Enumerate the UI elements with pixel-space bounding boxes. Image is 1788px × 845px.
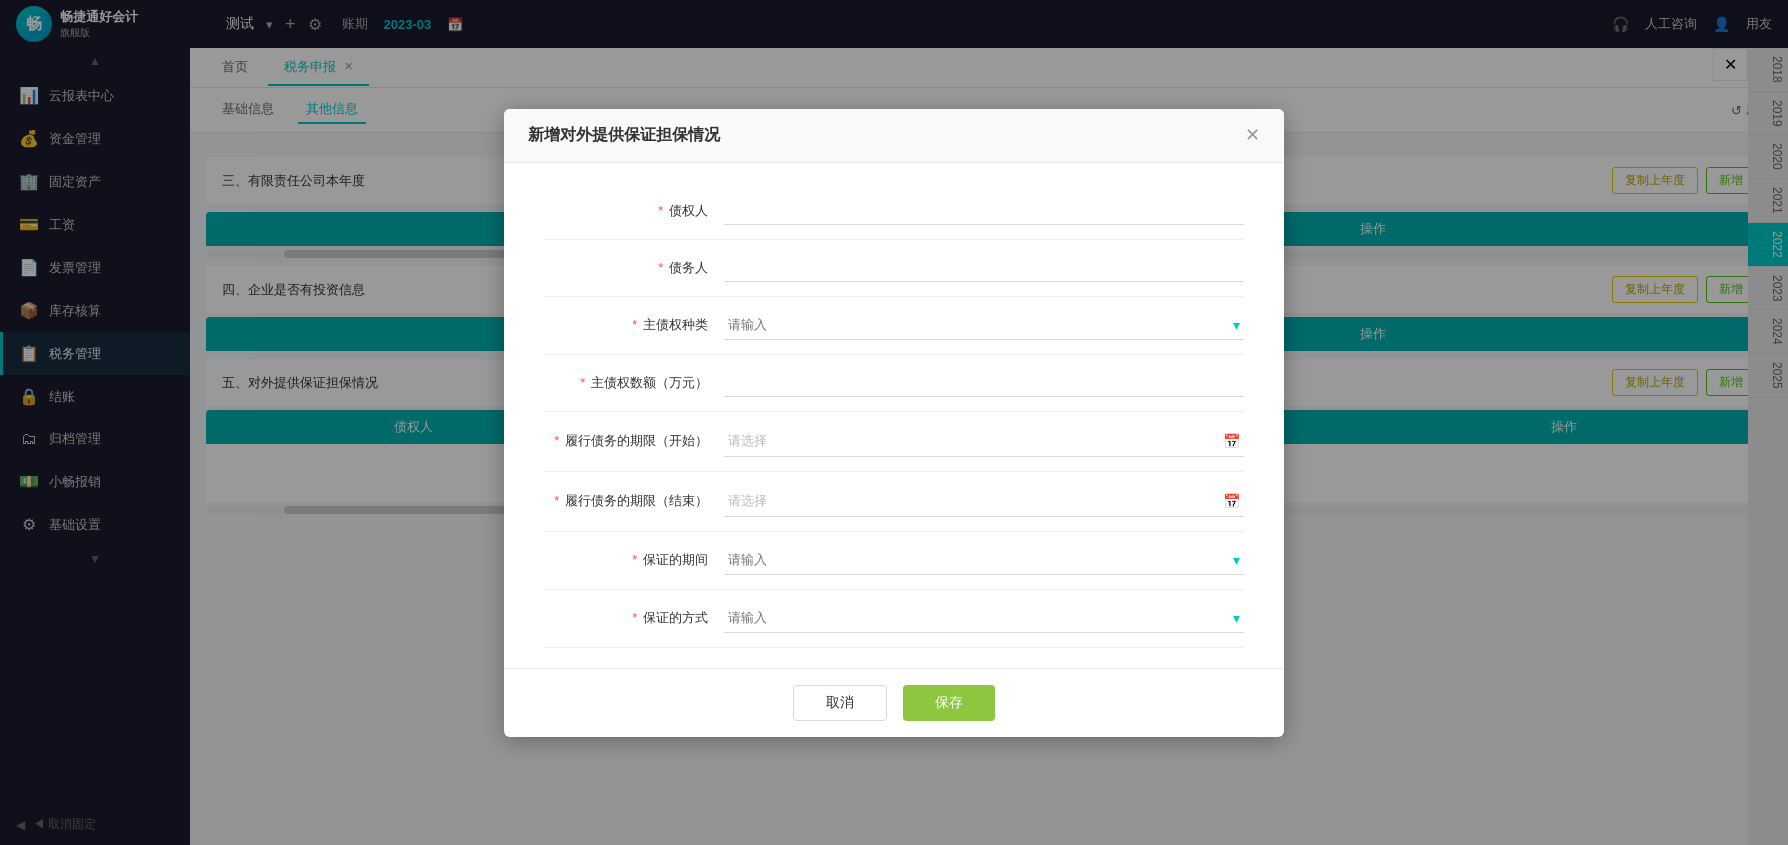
required-star-debtor: * [658, 260, 663, 275]
calendar-end-icon[interactable]: 📅 [1223, 493, 1240, 509]
form-row-debtor: * 债务人 [544, 240, 1244, 297]
label-claim-type: * 主债权种类 [544, 316, 724, 334]
select-guarantee-method[interactable]: ▾ [724, 604, 1244, 633]
date-start-placeholder: 请选择 [728, 432, 1223, 450]
guarantee-period-arrow-icon[interactable]: ▾ [1233, 552, 1240, 568]
dialog: 新增对外提供保证担保情况 ✕ * 债权人 * 债务人 [504, 109, 1284, 737]
required-star-claim-amount: * [580, 375, 585, 390]
input-creditor[interactable] [724, 197, 1244, 225]
form-row-guarantee-period: * 保证的期间 ▾ [544, 532, 1244, 590]
label-guarantee-method: * 保证的方式 [544, 609, 724, 627]
control-creditor [724, 197, 1244, 225]
input-claim-type[interactable] [728, 317, 1233, 332]
input-debtor[interactable] [724, 254, 1244, 282]
guarantee-method-arrow-icon[interactable]: ▾ [1233, 610, 1240, 626]
form-row-claim-type: * 主债权种类 ▾ [544, 297, 1244, 355]
dialog-overlay[interactable]: 新增对外提供保证担保情况 ✕ * 债权人 * 债务人 [0, 0, 1788, 845]
form-row-period-start: * 履行债务的期限（开始） 请选择 📅 [544, 412, 1244, 472]
form-row-period-end: * 履行债务的期限（结束） 请选择 📅 [544, 472, 1244, 532]
control-period-end: 请选择 📅 [724, 486, 1244, 517]
required-star-guarantee-method: * [632, 610, 637, 625]
date-end-placeholder: 请选择 [728, 492, 1223, 510]
control-debtor [724, 254, 1244, 282]
control-period-start: 请选择 📅 [724, 426, 1244, 457]
dialog-title: 新增对外提供保证担保情况 [528, 125, 720, 146]
select-claim-type[interactable]: ▾ [724, 311, 1244, 340]
required-star-period-start: * [554, 433, 559, 448]
control-claim-amount [724, 369, 1244, 397]
cancel-button[interactable]: 取消 [793, 685, 887, 721]
label-debtor: * 债务人 [544, 259, 724, 277]
required-star-creditor: * [658, 203, 663, 218]
input-guarantee-period[interactable] [728, 552, 1233, 567]
required-star-claim-type: * [632, 317, 637, 332]
save-button[interactable]: 保存 [903, 685, 995, 721]
form-row-creditor: * 债权人 [544, 183, 1244, 240]
form-row-guarantee-method: * 保证的方式 ▾ [544, 590, 1244, 648]
required-star-period-end: * [554, 493, 559, 508]
label-period-start: * 履行债务的期限（开始） [544, 432, 724, 450]
control-claim-type: ▾ [724, 311, 1244, 340]
select-guarantee-period[interactable]: ▾ [724, 546, 1244, 575]
claim-type-arrow-icon[interactable]: ▾ [1233, 317, 1240, 333]
form-row-claim-amount: * 主债权数额（万元） [544, 355, 1244, 412]
dialog-header: 新增对外提供保证担保情况 ✕ [504, 109, 1284, 163]
label-period-end: * 履行债务的期限（结束） [544, 492, 724, 510]
date-period-end[interactable]: 请选择 📅 [724, 486, 1244, 517]
date-period-start[interactable]: 请选择 📅 [724, 426, 1244, 457]
calendar-start-icon[interactable]: 📅 [1223, 433, 1240, 449]
label-creditor: * 债权人 [544, 202, 724, 220]
control-guarantee-method: ▾ [724, 604, 1244, 633]
dialog-body: * 债权人 * 债务人 * [504, 163, 1284, 668]
dialog-close-btn[interactable]: ✕ [1245, 126, 1260, 144]
required-star-guarantee-period: * [632, 552, 637, 567]
label-claim-amount: * 主债权数额（万元） [544, 374, 724, 392]
dialog-footer: 取消 保存 [504, 668, 1284, 737]
input-guarantee-method[interactable] [728, 610, 1233, 625]
label-guarantee-period: * 保证的期间 [544, 551, 724, 569]
input-claim-amount[interactable] [724, 369, 1244, 397]
control-guarantee-period: ▾ [724, 546, 1244, 575]
